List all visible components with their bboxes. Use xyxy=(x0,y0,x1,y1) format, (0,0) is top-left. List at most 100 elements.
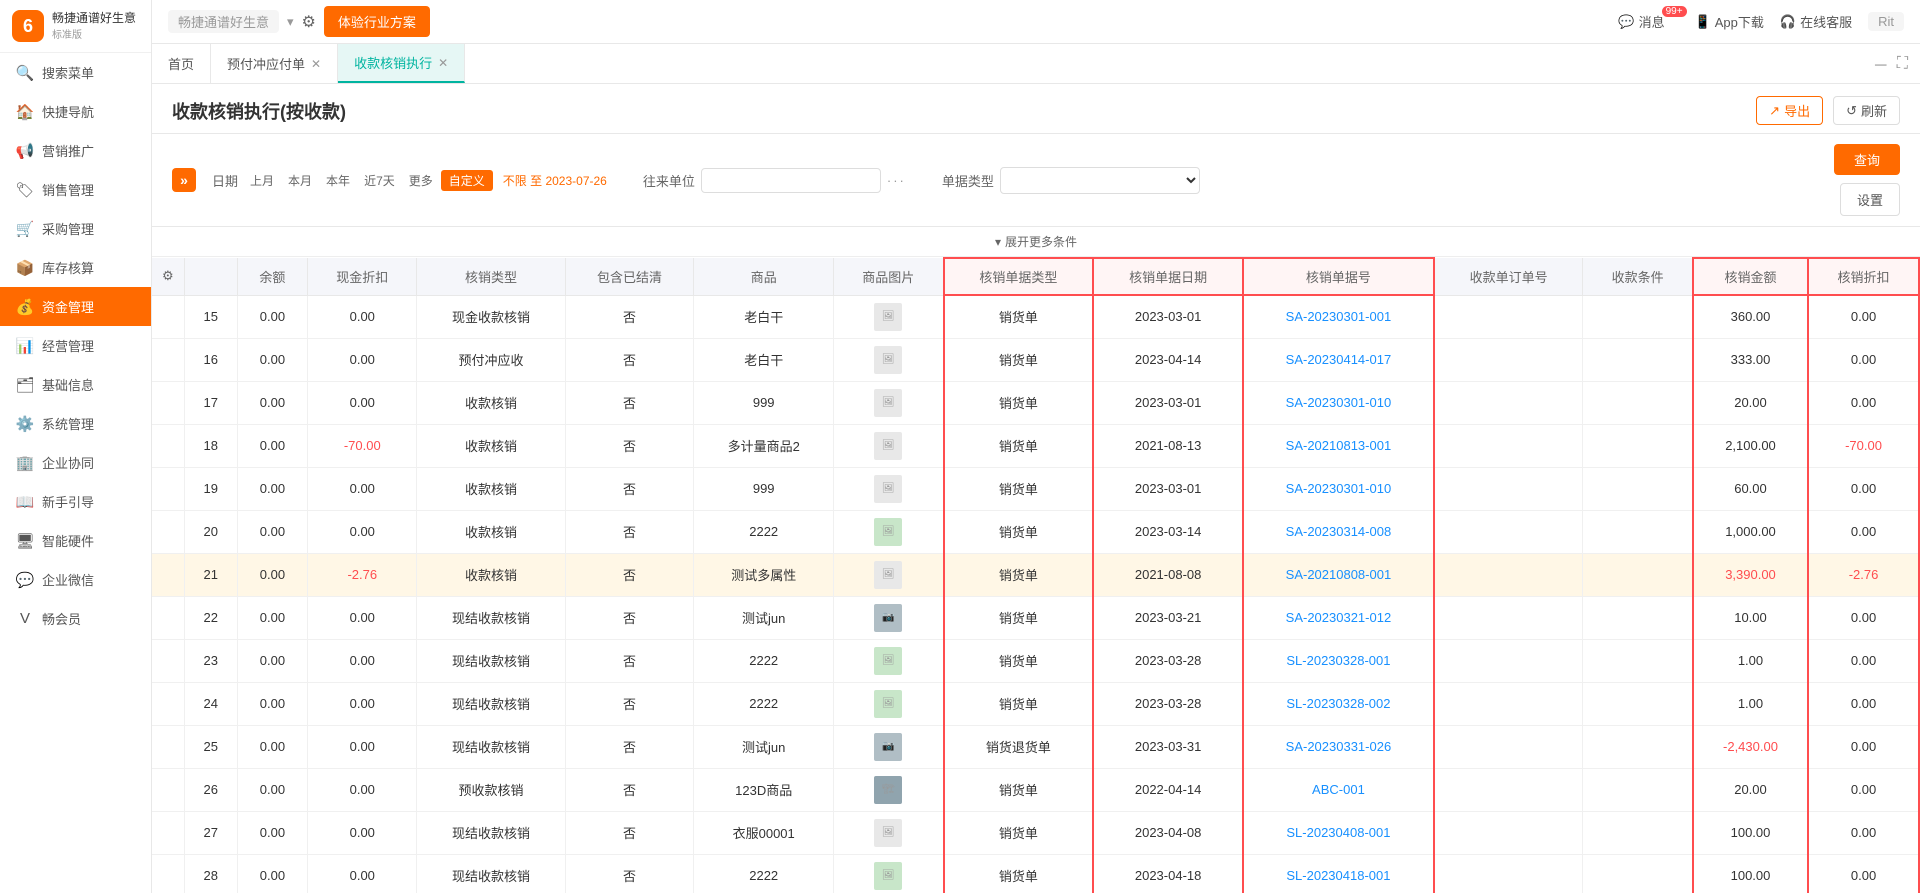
gear-icon[interactable]: ⚙ xyxy=(302,12,316,32)
sidebar-item-search[interactable]: 🔍 搜索菜单 xyxy=(0,53,151,92)
sidebar-item-marketing[interactable]: 📢 营销推广 xyxy=(0,131,151,170)
date-btn-custom[interactable]: 自定义 xyxy=(441,170,493,191)
date-filter-group: 日期 上月 本月 本年 近7天 更多 自定义 不限 至 2023-07-26 xyxy=(212,170,607,191)
col-bill-date-cell: 2022-04-14 xyxy=(1093,768,1243,811)
col-type-cell: 收款核销 xyxy=(417,510,565,553)
sidebar-item-inventory[interactable]: 📦 库存核算 xyxy=(0,248,151,287)
prepay-tab-close[interactable]: ✕ xyxy=(311,57,321,71)
date-btn-more[interactable]: 更多 xyxy=(403,170,439,191)
col-seq-cell: 18 xyxy=(184,424,237,467)
date-btn-this-month[interactable]: 本月 xyxy=(282,170,318,191)
bill-no-link[interactable]: SA-20230314-008 xyxy=(1286,524,1392,539)
date-btn-last-month[interactable]: 上月 xyxy=(244,170,280,191)
sidebar-item-enterprise[interactable]: 🏢 企业协同 xyxy=(0,443,151,482)
col-bill-type-cell: 销货单 xyxy=(944,854,1094,893)
date-btn-this-year[interactable]: 本年 xyxy=(320,170,356,191)
bill-no-link[interactable]: SL-20230328-002 xyxy=(1286,696,1390,711)
sidebar-item-basic[interactable]: 🗂 基础信息 xyxy=(0,365,151,404)
trial-button[interactable]: 体验行业方案 xyxy=(324,6,430,37)
col-receipt-order-cell xyxy=(1434,467,1583,510)
inventory-icon: 📦 xyxy=(16,259,34,277)
partner-input[interactable] xyxy=(701,168,881,193)
bill-no-link[interactable]: SA-20230321-012 xyxy=(1286,610,1392,625)
col-settings-header[interactable]: ⚙ xyxy=(152,258,184,295)
col-receipt-order-cell xyxy=(1434,381,1583,424)
col-balance-cell: 0.00 xyxy=(237,768,307,811)
bill-no-link[interactable]: SA-20230414-017 xyxy=(1286,352,1392,367)
bill-no-link[interactable]: SA-20210808-001 xyxy=(1286,567,1392,582)
sidebar-item-sales[interactable]: 🏷 销售管理 xyxy=(0,170,151,209)
col-bill-type-cell: 销货单 xyxy=(944,639,1094,682)
col-amount-cell: 2,100.00 xyxy=(1693,424,1808,467)
sidebar-item-member[interactable]: V 畅会员 xyxy=(0,599,151,638)
col-product-img-cell: 🏗 xyxy=(833,768,943,811)
sidebar-item-hardware[interactable]: 🖥 智能硬件 xyxy=(0,521,151,560)
export-button[interactable]: ↗ 导出 xyxy=(1756,96,1823,125)
bill-no-link[interactable]: SL-20230328-001 xyxy=(1286,653,1390,668)
bill-no-link[interactable]: SA-20230301-010 xyxy=(1286,395,1392,410)
tab-collection[interactable]: 收款核销执行 ✕ xyxy=(338,44,465,83)
col-product-header: 商品 xyxy=(694,258,834,295)
sidebar-item-wechat[interactable]: 💬 企业微信 xyxy=(0,560,151,599)
sidebar-item-system[interactable]: ⚙️ 系统管理 xyxy=(0,404,151,443)
col-bill-no-cell: ABC-001 xyxy=(1243,768,1434,811)
col-bill-date-cell: 2023-03-01 xyxy=(1093,295,1243,338)
online-service[interactable]: 🎧 在线客服 xyxy=(1780,12,1852,31)
app-download[interactable]: 📱 App下载 xyxy=(1695,12,1764,31)
partner-filter-group: 往来单位 ··· xyxy=(643,168,906,193)
sidebar-item-guide[interactable]: 📖 新手引导 xyxy=(0,482,151,521)
col-bill-type-cell: 销货退货单 xyxy=(944,725,1094,768)
col-seq-cell: 15 xyxy=(184,295,237,338)
col-bill-date-header: 核销单据日期 xyxy=(1093,258,1243,295)
expand-more-button[interactable]: ▾ 展开更多条件 xyxy=(995,233,1077,250)
maximize-icon[interactable]: ⛶ xyxy=(1897,55,1908,73)
col-discount-cell: 0.00 xyxy=(1808,682,1919,725)
query-button[interactable]: 查询 xyxy=(1834,144,1900,175)
bill-no-link[interactable]: SA-20230301-001 xyxy=(1286,309,1392,324)
tab-home[interactable]: 首页 xyxy=(152,44,211,83)
date-btn-7days[interactable]: 近7天 xyxy=(358,170,401,191)
bill-no-link[interactable]: SL-20230418-001 xyxy=(1286,868,1390,883)
col-type-cell: 现结收款核销 xyxy=(417,639,565,682)
col-cash-discount-cell: 0.00 xyxy=(308,725,417,768)
bill-no-link[interactable]: SA-20230331-026 xyxy=(1286,739,1392,754)
finance-icon: 💰 xyxy=(16,298,34,316)
col-seq-cell: 28 xyxy=(184,854,237,893)
refresh-button[interactable]: ↺ 刷新 xyxy=(1833,96,1900,125)
col-discount-cell: 0.00 xyxy=(1808,381,1919,424)
bill-no-link[interactable]: SA-20210813-001 xyxy=(1286,438,1392,453)
product-image: 📷 xyxy=(874,604,902,632)
bill-type-select[interactable] xyxy=(1000,167,1200,194)
message-badge[interactable]: 💬 消息 99+ xyxy=(1618,12,1678,31)
product-image: 🖼 xyxy=(874,561,902,589)
sidebar-logo: 6 畅捷通谱好生意 标准版 xyxy=(0,0,151,53)
bill-no-link[interactable]: SA-20230301-010 xyxy=(1286,481,1392,496)
sidebar-item-purchase[interactable]: 🛒 采购管理 xyxy=(0,209,151,248)
setting-button[interactable]: 设置 xyxy=(1840,183,1900,216)
filter-expand-button[interactable]: » xyxy=(172,168,196,192)
col-bill-type-cell: 销货单 xyxy=(944,596,1094,639)
collection-tab-close[interactable]: ✕ xyxy=(438,56,448,70)
col-product-cell: 2222 xyxy=(694,682,834,725)
col-cash-discount-cell: -70.00 xyxy=(308,424,417,467)
col-product-img-cell: 🖼 xyxy=(833,682,943,725)
sidebar-item-shortcut[interactable]: 🏠 快捷导航 xyxy=(0,92,151,131)
minimize-icon[interactable]: － xyxy=(1873,52,1889,76)
user-name[interactable]: Rit xyxy=(1868,12,1904,31)
sidebar-item-finance[interactable]: 💰 资金管理 xyxy=(0,287,151,326)
table-row: 16 0.00 0.00 预付冲应收 否 老白干 🖼 销货单 2023-04-1… xyxy=(152,338,1919,381)
col-seq-cell: 23 xyxy=(184,639,237,682)
sidebar-item-operation[interactable]: 📊 经营管理 xyxy=(0,326,151,365)
col-product-cell: 123D商品 xyxy=(694,768,834,811)
product-image: 🖼 xyxy=(874,647,902,675)
col-seq-cell: 17 xyxy=(184,381,237,424)
bill-no-link[interactable]: SL-20230408-001 xyxy=(1286,825,1390,840)
tab-prepay[interactable]: 预付冲应付单 ✕ xyxy=(211,44,338,83)
col-bill-date-cell: 2023-03-01 xyxy=(1093,381,1243,424)
col-discount-cell: 0.00 xyxy=(1808,467,1919,510)
col-discount-cell: 0.00 xyxy=(1808,768,1919,811)
message-icon: 💬 xyxy=(1618,14,1634,30)
col-discount-cell: -2.76 xyxy=(1808,553,1919,596)
bill-no-link[interactable]: ABC-001 xyxy=(1312,782,1365,797)
tab-actions: － ⛶ xyxy=(1861,52,1920,76)
